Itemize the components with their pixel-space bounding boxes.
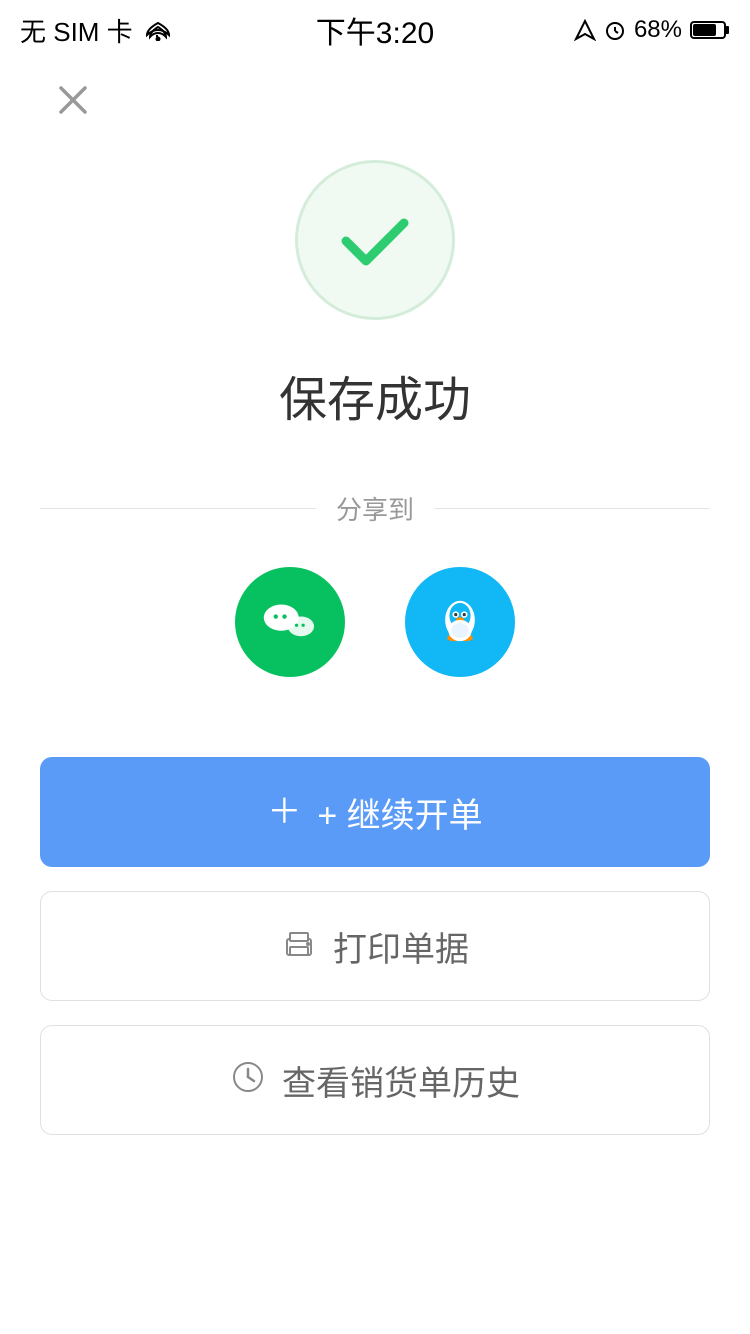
share-divider: 分享到 bbox=[0, 490, 750, 527]
status-left: 无 SIM 卡 bbox=[20, 12, 173, 49]
status-time: 下午3:20 bbox=[316, 8, 434, 52]
wechat-share-button[interactable] bbox=[235, 567, 345, 677]
success-title: 保存成功 bbox=[279, 360, 471, 430]
qq-icon bbox=[426, 588, 494, 656]
battery-icon bbox=[690, 19, 730, 41]
share-label: 分享到 bbox=[316, 490, 434, 527]
continue-label: + 继续开单 bbox=[317, 788, 482, 837]
history-button[interactable]: 查看销货单历史 bbox=[40, 1025, 710, 1135]
clock-icon bbox=[230, 1059, 266, 1101]
checkmark-icon bbox=[330, 195, 420, 285]
alarm-icon bbox=[604, 19, 626, 41]
main-content: 保存成功 分享到 bbox=[0, 60, 750, 1135]
success-circle bbox=[295, 160, 455, 320]
qq-share-button[interactable] bbox=[405, 567, 515, 677]
wifi-icon bbox=[143, 19, 173, 41]
actions: ＋ + 继续开单 打印单据 bbox=[0, 757, 750, 1135]
wechat-icon bbox=[255, 587, 325, 657]
divider-line-left bbox=[40, 508, 316, 509]
location-icon bbox=[574, 19, 596, 41]
printer-icon bbox=[281, 925, 317, 967]
share-icons bbox=[235, 567, 515, 677]
no-sim-label: 无 SIM 卡 bbox=[20, 12, 133, 49]
close-button[interactable] bbox=[48, 75, 98, 125]
print-button[interactable]: 打印单据 bbox=[40, 891, 710, 1001]
status-right: 68% bbox=[574, 16, 730, 44]
history-label: 查看销货单历史 bbox=[282, 1056, 520, 1105]
plus-icon: ＋ bbox=[267, 795, 301, 829]
battery-percent: 68% bbox=[634, 16, 682, 44]
divider-line-right bbox=[434, 508, 710, 509]
status-bar: 无 SIM 卡 下午3:20 68% bbox=[0, 0, 750, 60]
print-label: 打印单据 bbox=[333, 922, 469, 971]
continue-button[interactable]: ＋ + 继续开单 bbox=[40, 757, 710, 867]
